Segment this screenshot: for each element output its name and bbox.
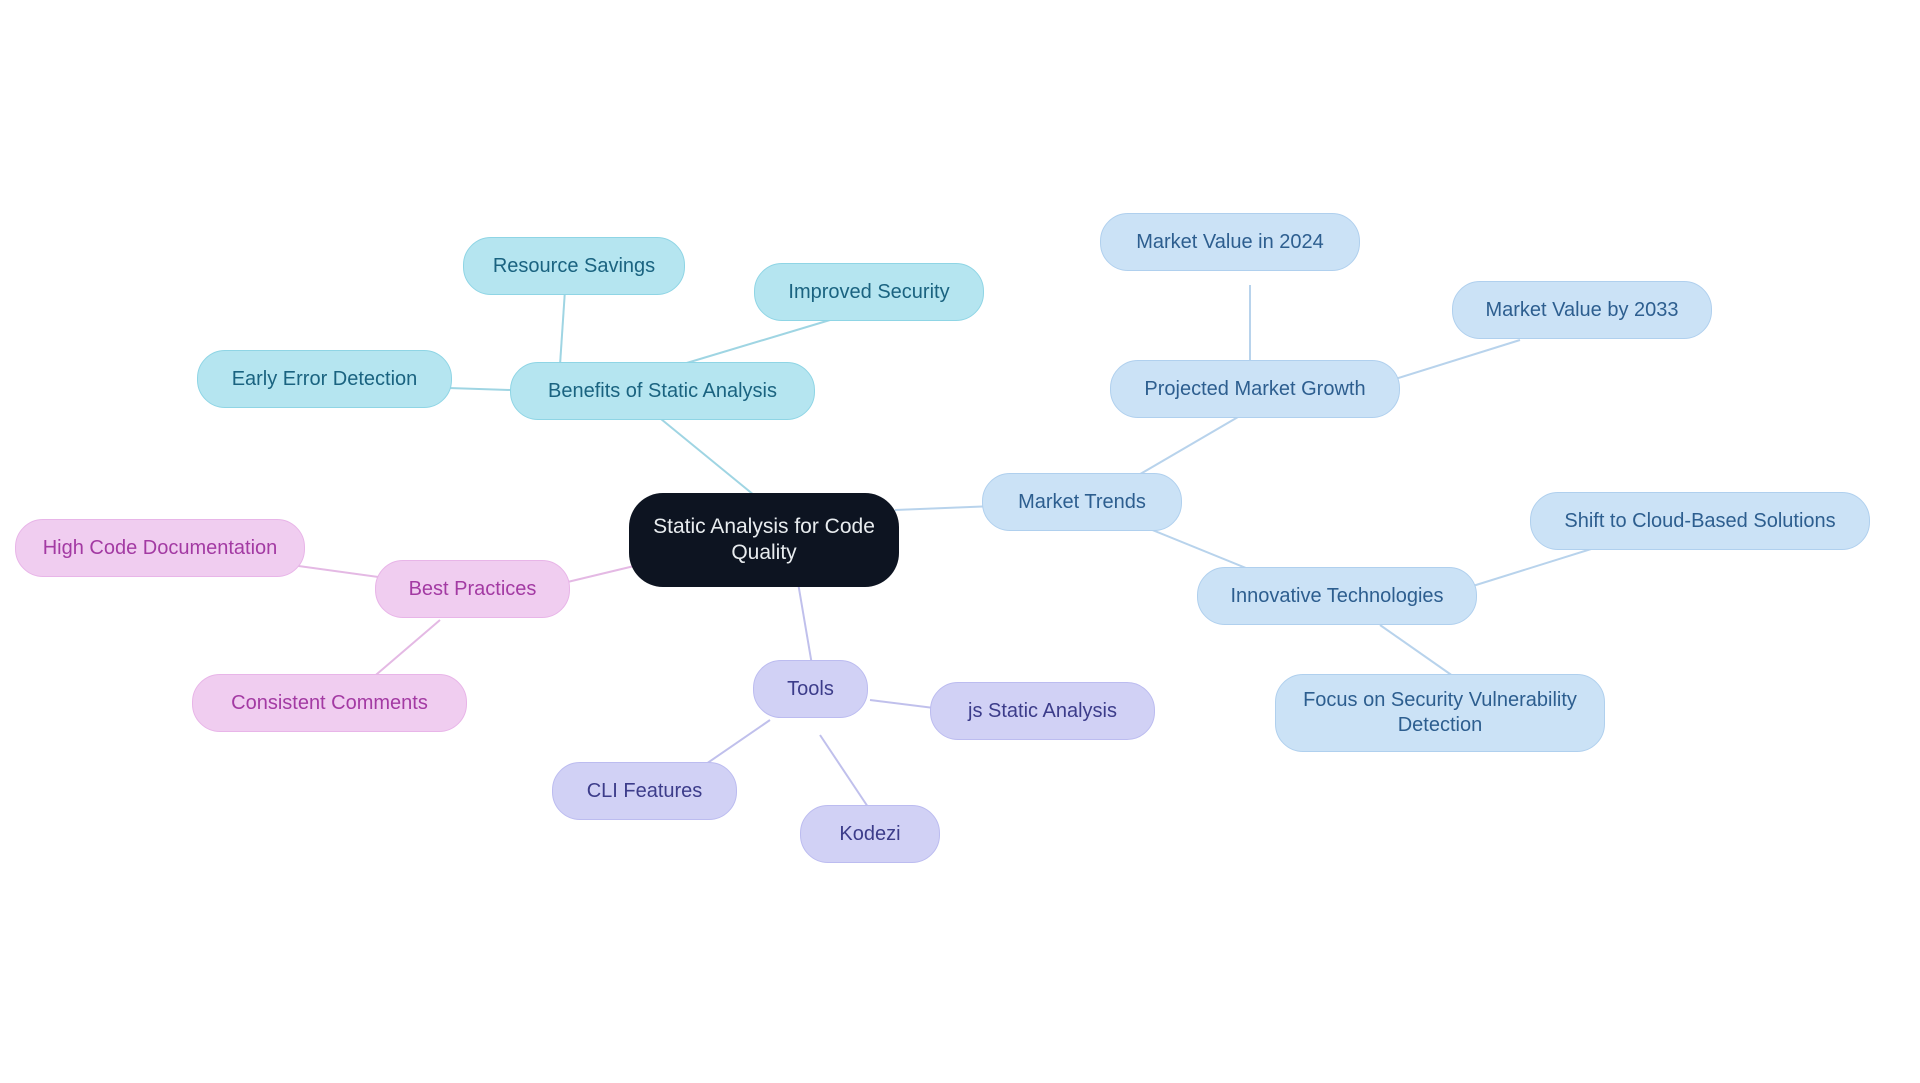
market-growth-node[interactable]: Projected Market Growth <box>1110 360 1400 418</box>
cloud-solutions-node[interactable]: Shift to Cloud-Based Solutions <box>1530 492 1870 550</box>
innovative-tech-node[interactable]: Innovative Technologies <box>1197 567 1477 625</box>
best-practices-node[interactable]: Best Practices <box>375 560 570 618</box>
benefits-node[interactable]: Benefits of Static Analysis <box>510 362 815 420</box>
security-vuln-node[interactable]: Focus on Security Vulnerability Detectio… <box>1275 674 1605 752</box>
best-consistent-comments[interactable]: Consistent Comments <box>192 674 467 732</box>
benefits-early-error[interactable]: Early Error Detection <box>197 350 452 408</box>
market-value-2024[interactable]: Market Value in 2024 <box>1100 213 1360 271</box>
mindmap-canvas: Static Analysis for Code Quality Benefit… <box>0 0 1920 1083</box>
market-value-2033[interactable]: Market Value by 2033 <box>1452 281 1712 339</box>
best-high-doc[interactable]: High Code Documentation <box>15 519 305 577</box>
tools-js-static[interactable]: js Static Analysis <box>930 682 1155 740</box>
benefits-improved-security[interactable]: Improved Security <box>754 263 984 321</box>
benefits-resource-savings[interactable]: Resource Savings <box>463 237 685 295</box>
tools-cli[interactable]: CLI Features <box>552 762 737 820</box>
market-trends-node[interactable]: Market Trends <box>982 473 1182 531</box>
tools-node[interactable]: Tools <box>753 660 868 718</box>
tools-kodezi[interactable]: Kodezi <box>800 805 940 863</box>
root-node[interactable]: Static Analysis for Code Quality <box>629 493 899 587</box>
